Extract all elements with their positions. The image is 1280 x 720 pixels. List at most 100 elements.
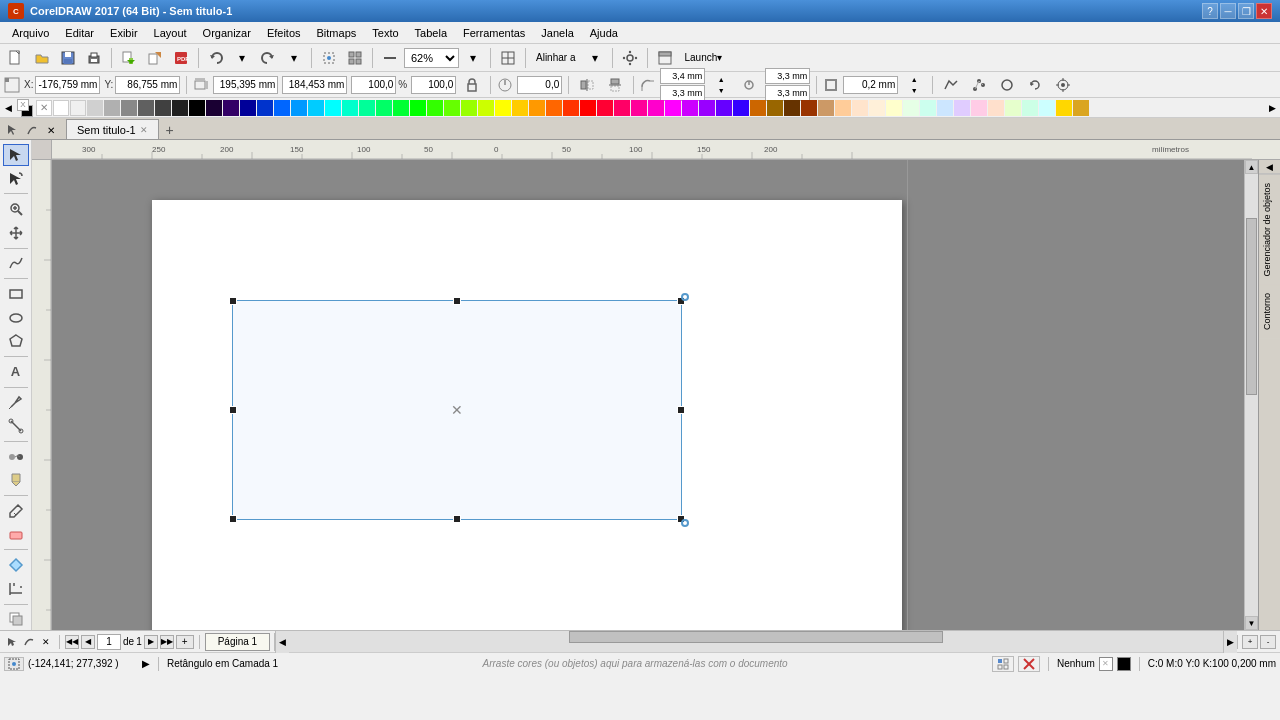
bottom-freehand-tool[interactable] bbox=[21, 634, 37, 650]
color-swatch[interactable] bbox=[750, 100, 766, 116]
close-curve[interactable] bbox=[995, 74, 1019, 96]
polygon-tool[interactable] bbox=[3, 330, 29, 352]
color-swatch[interactable] bbox=[257, 100, 273, 116]
menu-exibir[interactable]: Exibir bbox=[102, 22, 146, 44]
undo-dropdown[interactable]: ▾ bbox=[230, 47, 254, 69]
color-swatch[interactable] bbox=[818, 100, 834, 116]
outline-input[interactable] bbox=[843, 76, 898, 94]
vscroll-up[interactable]: ▲ bbox=[1245, 160, 1258, 174]
canvas-wrapper[interactable]: 300 250 200 150 100 50 0 50 100 150 200 … bbox=[32, 140, 1280, 630]
color-swatch[interactable] bbox=[427, 100, 443, 116]
color-swatch[interactable] bbox=[172, 100, 188, 116]
color-swatch[interactable] bbox=[138, 100, 154, 116]
color-swatch[interactable] bbox=[1073, 100, 1089, 116]
color-swatch[interactable] bbox=[53, 100, 69, 116]
rectangle-tool[interactable] bbox=[3, 283, 29, 305]
color-swatch[interactable] bbox=[189, 100, 205, 116]
shadow-tool[interactable] bbox=[3, 608, 29, 630]
color-swatch[interactable] bbox=[240, 100, 256, 116]
menu-tabela[interactable]: Tabela bbox=[407, 22, 455, 44]
color-swatch[interactable] bbox=[359, 100, 375, 116]
contorno-panel-tab[interactable]: Contorno bbox=[1259, 285, 1280, 338]
hscroll-left[interactable]: ◀ bbox=[275, 631, 289, 653]
color-swatch[interactable] bbox=[512, 100, 528, 116]
color-swatch[interactable] bbox=[733, 100, 749, 116]
ellipse-tool[interactable] bbox=[3, 307, 29, 329]
align-dropdown[interactable]: ▾ bbox=[583, 47, 607, 69]
bottom-close-btn[interactable]: ✕ bbox=[38, 634, 54, 650]
outline-color-status[interactable] bbox=[1117, 657, 1131, 671]
save-button[interactable] bbox=[56, 47, 80, 69]
launch-button[interactable]: Launch ▾ bbox=[679, 47, 727, 69]
eraser-tool[interactable] bbox=[3, 524, 29, 546]
pointer-tool[interactable] bbox=[3, 144, 29, 166]
bottom-pointer-tool[interactable] bbox=[4, 634, 20, 650]
color-swatch[interactable] bbox=[784, 100, 800, 116]
horizontal-scrollbar[interactable]: ◀ ▶ bbox=[275, 631, 1237, 652]
tab-close[interactable]: ✕ bbox=[140, 125, 148, 135]
h-pct-input[interactable] bbox=[411, 76, 456, 94]
color-swatch[interactable] bbox=[954, 100, 970, 116]
grid-button[interactable] bbox=[343, 47, 367, 69]
print-button[interactable] bbox=[82, 47, 106, 69]
color-swatch[interactable] bbox=[801, 100, 817, 116]
color-swatch[interactable] bbox=[410, 100, 426, 116]
redo-button[interactable] bbox=[256, 47, 280, 69]
color-swatch[interactable] bbox=[223, 100, 239, 116]
color-swatch[interactable] bbox=[665, 100, 681, 116]
hscroll-right[interactable]: ▶ bbox=[1223, 631, 1237, 653]
menu-efeitos[interactable]: Efeitos bbox=[259, 22, 309, 44]
blend-tool[interactable] bbox=[3, 446, 29, 468]
restore-button[interactable]: ❐ bbox=[1238, 3, 1254, 19]
next-page-button[interactable]: ▶ bbox=[144, 635, 158, 649]
color-swatch[interactable] bbox=[274, 100, 290, 116]
zoom-out-view[interactable]: - bbox=[1260, 635, 1276, 649]
eyedropper-tool[interactable] bbox=[3, 500, 29, 522]
color-swatch[interactable] bbox=[886, 100, 902, 116]
pdf-button[interactable]: PDF bbox=[169, 47, 193, 69]
color-swatch[interactable] bbox=[291, 100, 307, 116]
fill-tool[interactable] bbox=[3, 469, 29, 491]
handle-mid-right[interactable] bbox=[677, 406, 685, 414]
corner-lock[interactable] bbox=[737, 74, 761, 96]
color-swatch[interactable] bbox=[631, 100, 647, 116]
color-swatch[interactable] bbox=[342, 100, 358, 116]
page1-tab[interactable]: Página 1 bbox=[205, 633, 270, 651]
menu-bitmaps[interactable]: Bitmaps bbox=[309, 22, 365, 44]
color-swatch[interactable] bbox=[121, 100, 137, 116]
color-swatch[interactable] bbox=[852, 100, 868, 116]
color-swatch[interactable] bbox=[1022, 100, 1038, 116]
outline-up[interactable]: ▲ bbox=[902, 74, 926, 85]
color-swatch[interactable] bbox=[325, 100, 341, 116]
handle-bottom-left[interactable] bbox=[229, 515, 237, 523]
canvas-background[interactable]: ✕ bbox=[52, 160, 1258, 630]
panel-expand-btn[interactable]: ◀ bbox=[1259, 160, 1280, 174]
freehand-tab[interactable] bbox=[23, 121, 41, 139]
add-page-button[interactable]: + bbox=[176, 635, 194, 649]
align-button[interactable]: Alinhar a bbox=[531, 47, 580, 69]
add-tab-button[interactable]: + bbox=[161, 121, 179, 139]
window-button[interactable] bbox=[653, 47, 677, 69]
w-input[interactable] bbox=[213, 76, 278, 94]
mirror-h-button[interactable] bbox=[575, 74, 599, 96]
color-swatch[interactable] bbox=[104, 100, 120, 116]
new-button[interactable] bbox=[4, 47, 28, 69]
snap-button[interactable] bbox=[317, 47, 341, 69]
handle-mid-left[interactable] bbox=[229, 406, 237, 414]
color-swatch[interactable] bbox=[1005, 100, 1021, 116]
snap-toggle[interactable] bbox=[992, 656, 1014, 672]
handle-bottom-mid[interactable] bbox=[453, 515, 461, 523]
corner-down[interactable]: ▼ bbox=[709, 85, 733, 96]
no-snap-indicator[interactable] bbox=[1018, 656, 1040, 672]
export-button[interactable] bbox=[143, 47, 167, 69]
color-swatch[interactable] bbox=[70, 100, 86, 116]
color-swatch[interactable] bbox=[580, 100, 596, 116]
zoom-select[interactable]: 62% 50% 75% 100% bbox=[404, 48, 459, 68]
menu-arquivo[interactable]: Arquivo bbox=[4, 22, 57, 44]
hscroll-thumb[interactable] bbox=[569, 631, 943, 643]
zoom-tool[interactable] bbox=[3, 198, 29, 220]
color-swatch[interactable] bbox=[155, 100, 171, 116]
color-swatch[interactable] bbox=[903, 100, 919, 116]
color-swatch[interactable] bbox=[767, 100, 783, 116]
zoom-out-btn[interactable] bbox=[378, 47, 402, 69]
